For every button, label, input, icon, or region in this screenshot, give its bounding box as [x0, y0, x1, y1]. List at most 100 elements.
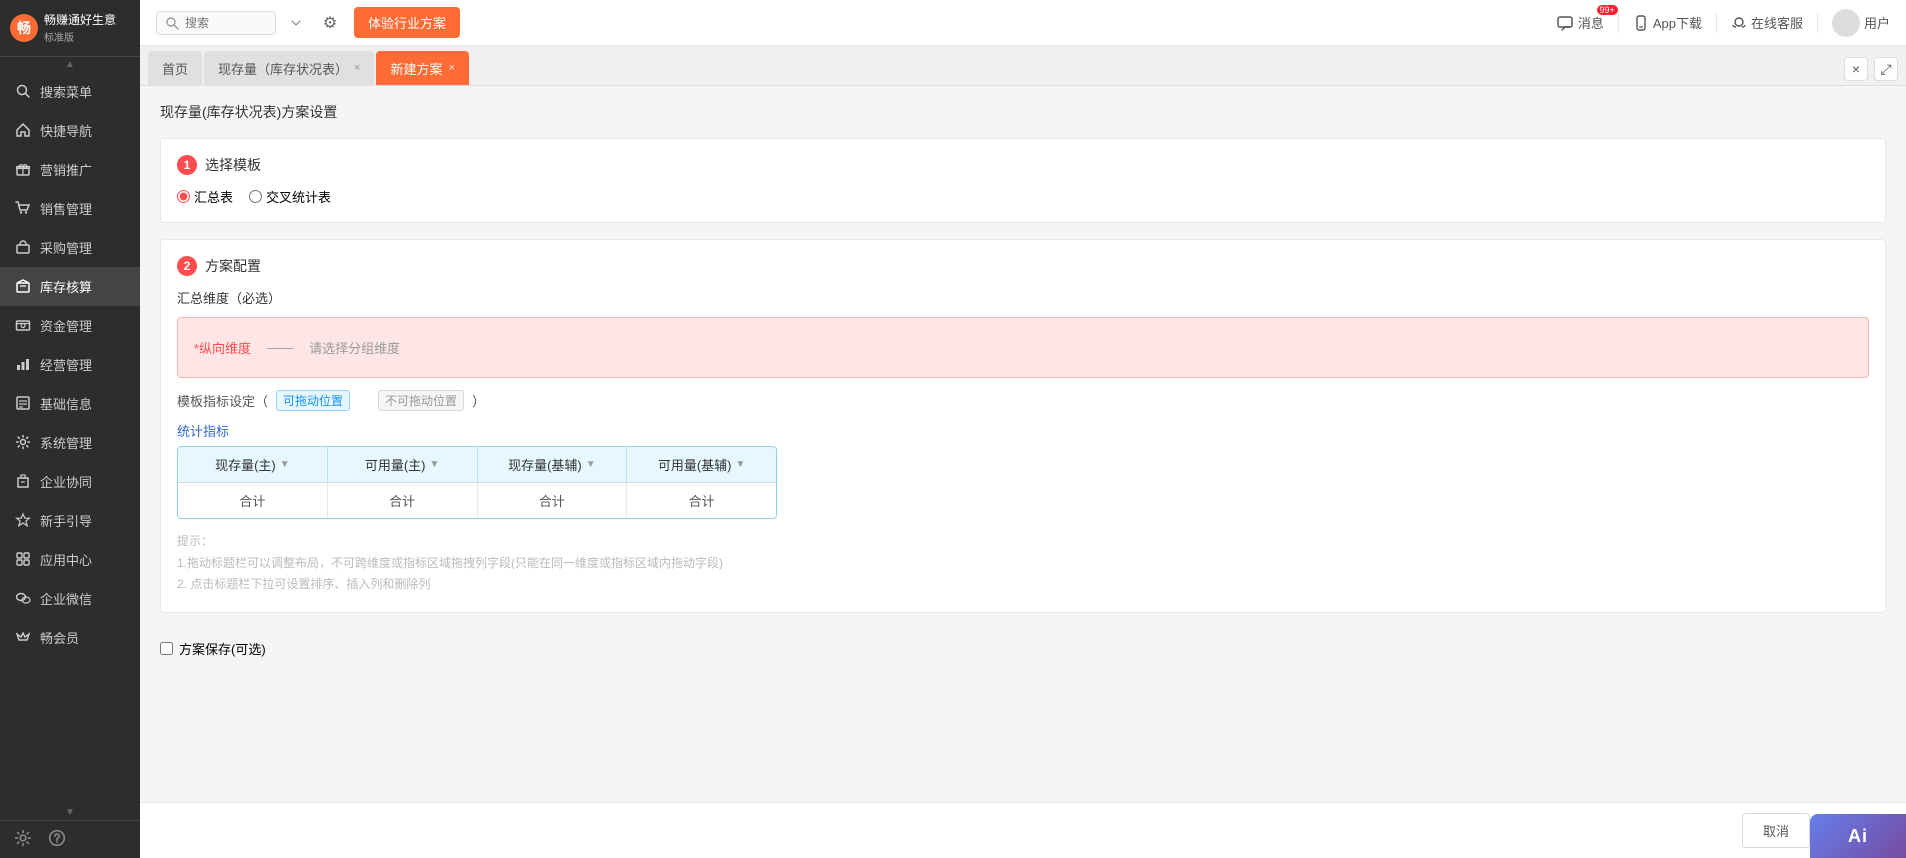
messages-label: 消息 — [1578, 13, 1604, 32]
step2-card: 2 方案配置 汇总维度（必选） *纵向维度 —— 请选择分组维度 模板指标设定（… — [160, 239, 1886, 613]
search-input[interactable] — [185, 16, 265, 30]
sidebar-item-purchase[interactable]: 采购管理 — [0, 228, 140, 267]
save-label[interactable]: 方案保存(可选) — [179, 639, 266, 658]
radio-summary[interactable]: 汇总表 — [177, 187, 233, 206]
stats-table-body-row: 合计 合计 合计 合计 — [178, 482, 776, 518]
stats-col-2[interactable]: 现存量(基辅) ▼ — [478, 447, 628, 482]
message-icon — [1556, 14, 1574, 32]
content-area: 现存量(库存状况表)方案设置 1 选择模板 汇总表 交叉统计表 2 — [140, 86, 1906, 802]
window-close-button[interactable]: × — [1844, 57, 1868, 81]
footer-bar: 取消 查询 — [140, 802, 1906, 858]
sidebar-item-operations[interactable]: 经营管理 — [0, 345, 140, 384]
stats-col-1-chevron: ▼ — [430, 459, 440, 470]
stats-col-0[interactable]: 现存量(主) ▼ — [178, 447, 328, 482]
tab-home-label: 首页 — [162, 59, 188, 78]
sidebar-item-search-menu[interactable]: 搜索菜单 — [0, 72, 140, 111]
sidebar-bottom — [0, 820, 140, 858]
sidebar-item-enterprise[interactable]: 企业协同 — [0, 462, 140, 501]
app-download-button[interactable]: App下载 — [1633, 13, 1702, 32]
sidebar-item-marketing[interactable]: 营销推广 — [0, 150, 140, 189]
step1-header: 1 选择模板 — [177, 155, 1869, 175]
sidebar-item-finance[interactable]: 资金管理 — [0, 306, 140, 345]
stats-col-3-chevron: ▼ — [736, 459, 746, 470]
scroll-up[interactable]: ▲ — [0, 57, 140, 72]
tips-title: 提示： — [177, 534, 213, 548]
stats-col-1[interactable]: 可用量(主) ▼ — [328, 447, 478, 482]
avatar — [1832, 9, 1860, 37]
tab-home[interactable]: 首页 — [148, 51, 202, 85]
cancel-button[interactable]: 取消 — [1742, 813, 1810, 848]
non-draggable-tag: 不可拖动位置 — [378, 390, 464, 411]
step1-badge: 1 — [177, 155, 197, 175]
sidebar-item-purchase-label: 采购管理 — [40, 238, 92, 257]
summary-dimension-title: 汇总维度（必选） — [177, 288, 1869, 307]
indicator-settings-sep — [358, 392, 370, 409]
stats-col-3[interactable]: 可用量(基辅) ▼ — [627, 447, 776, 482]
topbar-search-box[interactable] — [156, 11, 276, 35]
gift-icon — [14, 160, 32, 178]
tab-new-scheme-close[interactable]: × — [448, 62, 454, 74]
tips-item-0: 1.拖动标题栏可以调整布局，不可跨维度或指标区域拖拽列字段(只能在同一维度或指标… — [177, 553, 1869, 575]
stats-col-0-label: 现存量(主) — [215, 455, 276, 474]
dimension-placeholder: 请选择分组维度 — [309, 338, 400, 357]
stats-col-1-label: 可用量(主) — [365, 455, 426, 474]
tab-inventory-status-close[interactable]: × — [354, 62, 360, 74]
headset-icon — [1731, 15, 1747, 31]
save-checkbox[interactable] — [160, 642, 173, 655]
sidebar-item-newbie[interactable]: 新手引导 — [0, 501, 140, 540]
tab-new-scheme[interactable]: 新建方案 × — [376, 51, 468, 85]
topbar-right: 99+ 消息 App下载 在线客服 用户 — [1556, 9, 1890, 37]
radio-summary-label: 汇总表 — [194, 187, 233, 206]
step2-header: 2 方案配置 — [177, 256, 1869, 276]
app-icon — [14, 550, 32, 568]
stats-col-2-label: 现存量(基辅) — [508, 455, 582, 474]
topbar-settings-icon[interactable]: ⚙ — [316, 9, 344, 37]
sidebar-help-icon[interactable] — [48, 829, 66, 850]
app-logo: 畅 畅赚通好生意 标准版 — [0, 0, 140, 57]
messages-badge: 99+ — [1597, 5, 1618, 15]
stats-label: 统计指标 — [177, 421, 1869, 440]
tab-inventory-status[interactable]: 现存量（库存状况表） × — [204, 51, 374, 85]
topbar-dropdown-icon[interactable] — [286, 13, 306, 33]
sidebar-item-app-center-label: 应用中心 — [40, 550, 92, 569]
sidebar-item-app-center[interactable]: 应用中心 — [0, 540, 140, 579]
trial-button[interactable]: 体验行业方案 — [354, 7, 460, 38]
sidebar-item-system-label: 系统管理 — [40, 433, 92, 452]
tab-new-scheme-label: 新建方案 — [390, 59, 442, 78]
sidebar-item-basic-info[interactable]: 基础信息 — [0, 384, 140, 423]
radio-cross[interactable]: 交叉统计表 — [249, 187, 331, 206]
setting-icon — [14, 433, 32, 451]
sidebar-item-wechat-label: 企业微信 — [40, 589, 92, 608]
sidebar-item-quick-nav[interactable]: 快捷导航 — [0, 111, 140, 150]
vip-icon — [14, 628, 32, 646]
messages-button[interactable]: 99+ 消息 — [1556, 13, 1604, 32]
sidebar-item-quick-nav-label: 快捷导航 — [40, 121, 92, 140]
indicator-settings-label: 模板指标设定（ 可拖动位置 不可拖动位置 ） — [177, 390, 1869, 411]
user-avatar-button[interactable]: 用户 — [1832, 9, 1890, 37]
scroll-down[interactable]: ▼ — [0, 805, 140, 820]
sidebar-settings-icon[interactable] — [14, 829, 32, 850]
sidebar-item-wechat[interactable]: 企业微信 — [0, 579, 140, 618]
dimension-row[interactable]: *纵向维度 —— 请选择分组维度 — [177, 317, 1869, 378]
radio-cross-label: 交叉统计表 — [266, 187, 331, 206]
sidebar-item-inventory[interactable]: 库存核算 — [0, 267, 140, 306]
sidebar-item-enterprise-label: 企业协同 — [40, 472, 92, 491]
app-version: 标准版 — [44, 29, 116, 44]
step2-badge: 2 — [177, 256, 197, 276]
stats-body-col-0: 合计 — [178, 483, 328, 518]
app-name: 畅赚通好生意 — [44, 12, 116, 29]
sidebar-item-operations-label: 经营管理 — [40, 355, 92, 374]
bag-icon — [14, 238, 32, 256]
indicator-settings-paren: ） — [472, 391, 485, 410]
stats-col-2-chevron: ▼ — [586, 459, 596, 470]
indicator-settings: 模板指标设定（ 可拖动位置 不可拖动位置 ） 统计指标 现存量(主) ▼ 可 — [177, 390, 1869, 519]
sidebar-item-system[interactable]: 系统管理 — [0, 423, 140, 462]
window-expand-button[interactable]: ⤢ — [1874, 57, 1898, 81]
sidebar-item-member[interactable]: 畅会员 — [0, 618, 140, 657]
save-row: 方案保存(可选) — [160, 629, 1886, 668]
wechat-icon — [14, 589, 32, 607]
customer-service-button[interactable]: 在线客服 — [1731, 13, 1803, 32]
stats-table-header: 现存量(主) ▼ 可用量(主) ▼ 现存量(基辅) ▼ 可用量(基辅) — [178, 447, 776, 482]
ai-button[interactable]: Ai — [1810, 814, 1906, 858]
sidebar-item-sales[interactable]: 销售管理 — [0, 189, 140, 228]
